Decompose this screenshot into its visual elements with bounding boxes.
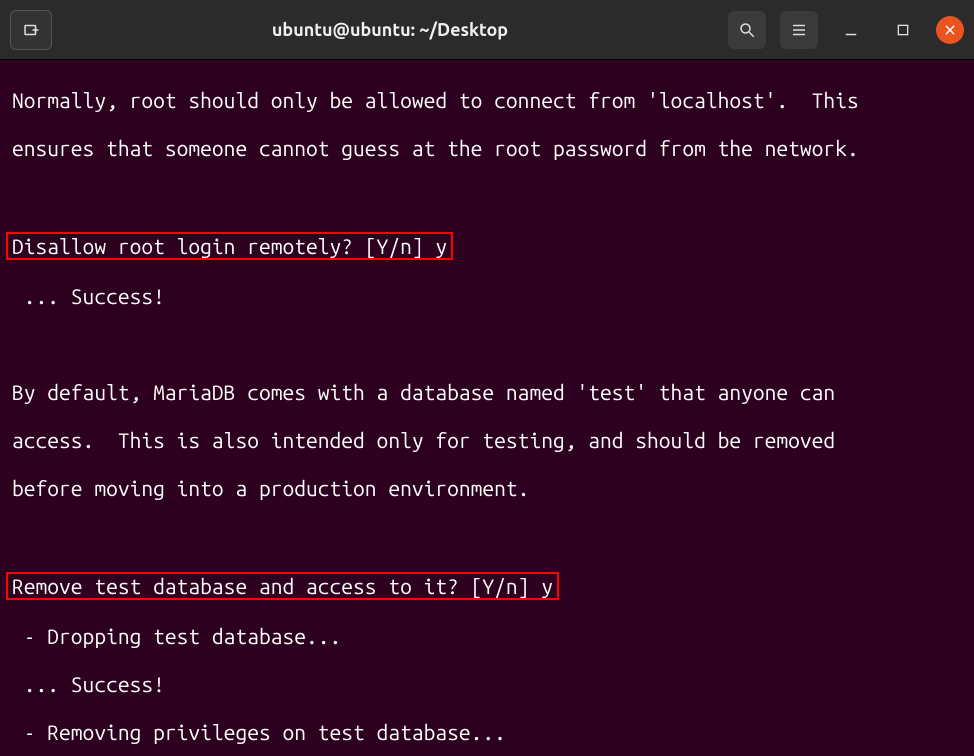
- output-line: ... Success!: [12, 284, 974, 308]
- output-line: Remove test database and access to it? […: [12, 572, 974, 600]
- highlight-box: Remove test database and access to it? […: [6, 572, 559, 600]
- output-line: Disallow root login remotely? [Y/n] y: [12, 232, 974, 260]
- output-line: - Dropping test database...: [12, 624, 974, 648]
- output-line: [12, 524, 974, 548]
- output-line: access. This is also intended only for t…: [12, 428, 974, 452]
- window-title: ubuntu@ubuntu: ~/Desktop: [52, 20, 728, 40]
- terminal-output[interactable]: Normally, root should only be allowed to…: [0, 60, 974, 756]
- minimize-button[interactable]: [832, 11, 870, 49]
- output-line: ... Success!: [12, 672, 974, 696]
- output-line: Normally, root should only be allowed to…: [12, 88, 974, 112]
- output-line: - Removing privileges on test database..…: [12, 720, 974, 744]
- close-button[interactable]: [936, 16, 964, 44]
- maximize-button[interactable]: [884, 11, 922, 49]
- hamburger-menu-button[interactable]: [780, 11, 818, 49]
- output-line: ensures that someone cannot guess at the…: [12, 136, 974, 160]
- highlight-box: Disallow root login remotely? [Y/n] y: [6, 232, 453, 260]
- output-line: By default, MariaDB comes with a databas…: [12, 380, 974, 404]
- output-line: before moving into a production environm…: [12, 476, 974, 500]
- new-tab-button[interactable]: [10, 10, 52, 50]
- output-line: [12, 184, 974, 208]
- output-line: [12, 332, 974, 356]
- search-button[interactable]: [728, 11, 766, 49]
- titlebar: ubuntu@ubuntu: ~/Desktop: [0, 0, 974, 60]
